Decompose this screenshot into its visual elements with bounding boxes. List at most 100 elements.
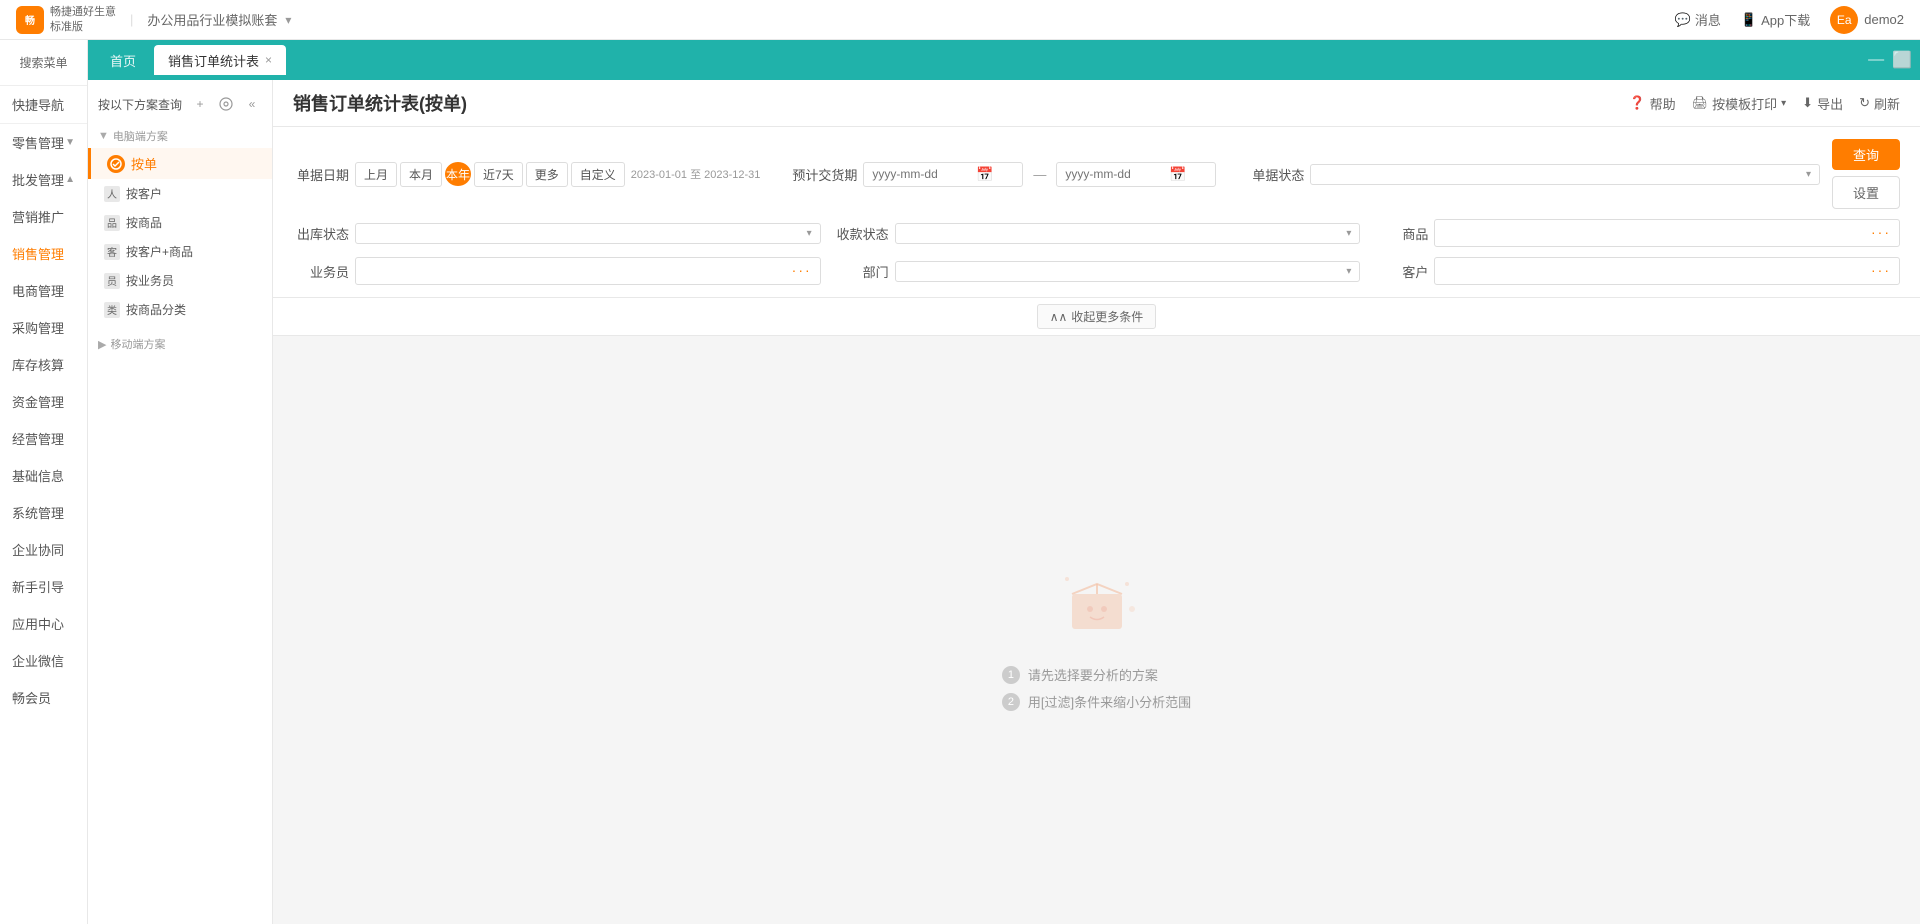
app-download-action[interactable]: 📱 App下载 — [1741, 10, 1810, 29]
scheme-by-goods[interactable]: 品 按商品 — [88, 208, 272, 237]
scheme-by-customer[interactable]: 人 按客户 — [88, 179, 272, 208]
scheme-salesman-icon: 员 — [104, 273, 120, 289]
salesman-label: 业务员 — [293, 262, 349, 281]
pc-section-label: ▼ 电脑端方案 — [88, 124, 272, 148]
tab-sales-order-label: 销售订单统计表 — [168, 51, 259, 70]
sidebar-item-operations[interactable]: 经营管理 — [0, 420, 87, 457]
tab-minimize-btn[interactable]: — — [1868, 51, 1884, 69]
out-status-arrow-icon: ▾ — [807, 228, 812, 239]
basic-label: 基础信息 — [12, 466, 64, 485]
scheme-category-label: 按商品分类 — [126, 301, 186, 318]
receive-status-arrow-icon: ▾ — [1346, 228, 1351, 239]
calendar-end-icon[interactable]: 📅 — [1169, 166, 1186, 183]
sidebar-search-label[interactable]: 搜索菜单 — [8, 48, 79, 77]
add-scheme-btn[interactable]: + — [190, 94, 210, 114]
print-icon: 🖨 — [1692, 95, 1709, 111]
date-btn-this-year[interactable]: 本年 — [445, 162, 471, 186]
print-arrow-icon: ▾ — [1781, 98, 1786, 109]
content-area: 首页 销售订单统计表 × — ⬜ 按以下方案查询 + — [88, 40, 1920, 924]
date-btn-more[interactable]: 更多 — [526, 162, 568, 187]
sidebar-item-inventory[interactable]: 库存核算 — [0, 346, 87, 383]
scheme-goods-label: 按商品 — [126, 214, 162, 231]
tab-sales-order[interactable]: 销售订单统计表 × — [154, 45, 286, 75]
date-btn-this-month[interactable]: 本月 — [400, 162, 442, 187]
sidebar-item-ecommerce[interactable]: 电商管理 — [0, 272, 87, 309]
settings-btn[interactable]: 设置 — [1832, 176, 1900, 209]
sidebar-item-app-center[interactable]: 应用中心 — [0, 605, 87, 642]
calendar-start-icon[interactable]: 📅 — [976, 166, 993, 183]
sidebar-item-marketing[interactable]: 营销推广 — [0, 198, 87, 235]
tab-maximize-btn[interactable]: ⬜ — [1892, 50, 1912, 70]
sidebar-item-member[interactable]: 畅会员 — [0, 679, 87, 716]
print-label: 按模板打印 — [1712, 94, 1777, 113]
salesman-selector[interactable]: ··· — [355, 257, 821, 285]
date-btn-custom[interactable]: 自定义 — [571, 162, 625, 187]
sidebar-item-retail[interactable]: 零售管理 ▼ — [0, 124, 87, 161]
expected-date-end-input[interactable] — [1065, 167, 1165, 181]
receive-status-label: 收款状态 — [833, 224, 889, 243]
filter-area: 单据日期 上月 本月 本年 近7天 更多 自定义 2023-01-01 至 20… — [273, 127, 1920, 298]
date-btn-last-7days[interactable]: 近7天 — [474, 162, 523, 187]
sidebar-item-newbie[interactable]: 新手引导 — [0, 568, 87, 605]
collapse-panel-btn[interactable]: « — [242, 94, 262, 114]
scheme-customer-goods-label: 按客户+商品 — [126, 243, 193, 260]
bill-status-select[interactable]: ▾ — [1310, 164, 1820, 185]
scheme-by-category[interactable]: 类 按商品分类 — [88, 295, 272, 324]
wholesale-arrow-icon: ▲ — [65, 174, 75, 185]
tab-home[interactable]: 首页 — [96, 45, 150, 75]
print-action[interactable]: 🖨 按模板打印 ▾ — [1692, 94, 1787, 113]
edit-scheme-btn[interactable] — [216, 94, 236, 114]
bill-status-label: 单据状态 — [1248, 165, 1304, 184]
main-layout: 搜索菜单 快捷导航 零售管理 ▼ 批发管理 ▲ 营销推广 销售管理 电商管理 采… — [0, 40, 1920, 924]
breadcrumb-arrow[interactable]: ▾ — [285, 13, 291, 27]
goods-more-icon[interactable]: ··· — [1871, 224, 1891, 242]
search-btn[interactable]: 查询 — [1832, 139, 1900, 170]
expected-date-end-wrap[interactable]: 📅 — [1056, 162, 1216, 187]
customer-more-icon[interactable]: ··· — [1871, 262, 1891, 280]
sidebar-item-enterprise[interactable]: 企业协同 — [0, 531, 87, 568]
scheme-by-salesman[interactable]: 员 按业务员 — [88, 266, 272, 295]
sidebar-item-basic[interactable]: 基础信息 — [0, 457, 87, 494]
scheme-category-icon: 类 — [104, 302, 120, 318]
left-panel-icons: + « — [190, 94, 262, 114]
help-icon: ❓ — [1629, 95, 1645, 111]
tab-bar: 首页 销售订单统计表 × — ⬜ — [88, 40, 1920, 80]
wholesale-label: 批发管理 — [12, 170, 64, 189]
expected-date-start-wrap[interactable]: 📅 — [863, 162, 1023, 187]
quick-nav-label: 快捷导航 — [12, 95, 64, 114]
date-range-display: 2023-01-01 至 2023-12-31 — [631, 166, 761, 182]
export-label: 导出 — [1817, 94, 1843, 113]
customer-selector[interactable]: ··· — [1434, 257, 1900, 285]
date-btn-last-month[interactable]: 上月 — [355, 162, 397, 187]
tab-close-icon[interactable]: × — [265, 53, 272, 67]
salesman-more-icon[interactable]: ··· — [792, 262, 812, 280]
out-status-select[interactable]: ▾ — [355, 223, 821, 244]
refresh-icon: ↻ — [1859, 95, 1870, 111]
dept-select[interactable]: ▾ — [895, 261, 1361, 282]
logo-text: 畅捷通好生意 标准版 — [50, 5, 116, 34]
goods-selector[interactable]: ··· — [1434, 219, 1900, 247]
dept-arrow-icon: ▾ — [1346, 266, 1351, 277]
sidebar-item-wechat[interactable]: 企业微信 — [0, 642, 87, 679]
active-scheme-item[interactable]: 按单 — [88, 148, 272, 179]
sidebar-item-wholesale[interactable]: 批发管理 ▲ — [0, 161, 87, 198]
marketing-label: 营销推广 — [12, 207, 64, 226]
expected-date-start-input[interactable] — [872, 167, 972, 181]
logo-icon: 畅 — [16, 6, 44, 34]
scheme-by-customer-goods[interactable]: 客 按客户+商品 — [88, 237, 272, 266]
sidebar-item-quick-nav[interactable]: 快捷导航 — [0, 86, 87, 124]
dept-label: 部门 — [833, 262, 889, 281]
app-download-icon: 📱 — [1741, 12, 1757, 28]
export-action[interactable]: ⬇ 导出 — [1802, 94, 1843, 113]
sidebar-item-system[interactable]: 系统管理 — [0, 494, 87, 531]
receive-status-select[interactable]: ▾ — [895, 223, 1361, 244]
user-action[interactable]: Ea demo2 — [1830, 6, 1904, 34]
help-action[interactable]: ❓ 帮助 — [1629, 94, 1675, 113]
collapse-btn[interactable]: ∧∧ 收起更多条件 — [1037, 304, 1157, 329]
sidebar-item-finance[interactable]: 资金管理 — [0, 383, 87, 420]
sidebar-item-sales[interactable]: 销售管理 — [0, 235, 87, 272]
refresh-action[interactable]: ↻ 刷新 — [1859, 94, 1900, 113]
sales-label: 销售管理 — [12, 244, 64, 263]
message-action[interactable]: 💬 消息 — [1675, 10, 1721, 29]
sidebar-item-purchase[interactable]: 采购管理 — [0, 309, 87, 346]
